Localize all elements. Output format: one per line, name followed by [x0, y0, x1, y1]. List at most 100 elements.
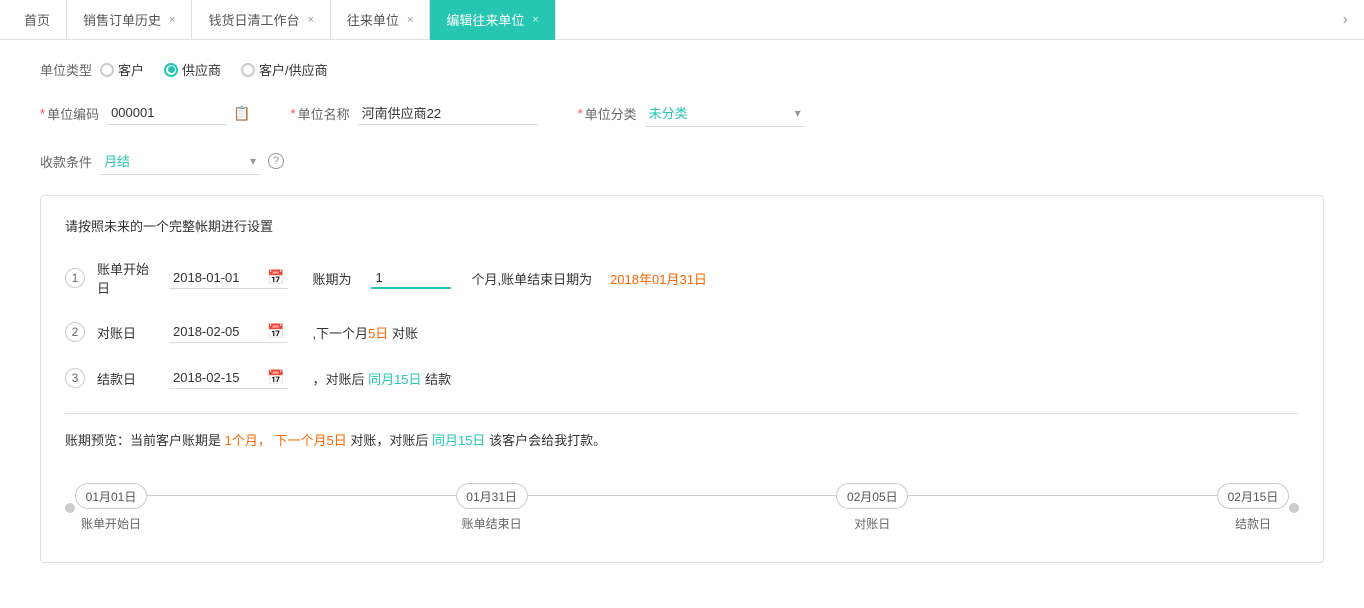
start-date-calendar-icon[interactable]: 📅	[267, 269, 284, 286]
row-num-2: 2	[65, 322, 85, 342]
radio-customer-label: 客户	[118, 60, 144, 79]
payment-label: 收款条件	[40, 152, 92, 171]
timeline-node-4-date: 02月15日	[1228, 488, 1279, 505]
payment-value: 月结	[104, 151, 250, 170]
unit-name-group: * 单位名称	[291, 101, 538, 125]
timeline-node-2: 01月31日 账单结束日	[456, 483, 528, 532]
preview-end-text: 该客户会给我打款。	[489, 433, 606, 448]
payment-row: 收款条件 月结 ▾ ?	[40, 147, 1324, 175]
unit-type-row: 单位类型 客户 供应商 客户/供应商	[40, 60, 1324, 79]
unit-category-value: 未分类	[649, 103, 795, 122]
row-label-3: 结款日	[97, 369, 157, 388]
tab-close-cash-work[interactable]: ×	[307, 14, 313, 26]
tab-home[interactable]: 首页	[8, 0, 67, 40]
timeline-node-2-circle: 01月31日	[456, 483, 528, 509]
tab-close-sales-history[interactable]: ×	[169, 14, 175, 26]
preview-label: 账期预览：当前客户账期是	[65, 433, 225, 448]
tab-close-partners[interactable]: ×	[407, 14, 413, 26]
timeline-node-4-label: 结款日	[1235, 515, 1271, 532]
unit-name-input[interactable]	[358, 101, 538, 125]
timeline-nodes: 01月01日 账单开始日 01月31日 账单结束日 02月05日	[75, 483, 1289, 532]
timeline-node-1-label: 账单开始日	[81, 515, 141, 532]
timeline-node-4: 02月15日 结款日	[1217, 483, 1289, 532]
reconcile-date-input[interactable]	[173, 324, 263, 339]
timeline-start-dot	[65, 503, 75, 513]
tab-edit-partner[interactable]: 编辑往来单位 ×	[430, 0, 555, 40]
unit-name-label: 单位名称	[298, 104, 350, 123]
unit-code-required: *	[40, 106, 45, 121]
preview-payment-date: 同月15日	[432, 433, 485, 448]
setting-row-2: 2 对账日 📅 ,下一个月5日 对账	[65, 321, 1299, 343]
preview-section: 账期预览：当前客户账期是 1个月， 下一个月5日 对账，对账后 同月15日 该客…	[65, 413, 1299, 542]
tab-cash-work[interactable]: 钱货日清工作台 ×	[192, 0, 330, 40]
unit-code-copy-icon[interactable]: 📋	[233, 105, 250, 122]
payment-desc: ，对账后 同月15日 结款	[312, 369, 451, 388]
unit-code-input-wrap: 📋	[107, 101, 250, 125]
payment-date-input-wrap: 📅	[169, 367, 288, 389]
payment-arrow-icon: ▾	[250, 154, 256, 168]
row-num-1: 1	[65, 268, 85, 288]
period-suffix: 个月,账单结束日期为	[471, 269, 592, 288]
radio-circle-both	[241, 63, 255, 77]
unit-code-group: * 单位编码 📋	[40, 101, 251, 125]
tab-partners[interactable]: 往来单位 ×	[331, 0, 430, 40]
radio-supplier-label: 供应商	[182, 60, 221, 79]
timeline-node-4-circle: 02月15日	[1217, 483, 1289, 509]
tab-overflow-arrow[interactable]: ›	[1335, 11, 1356, 29]
tab-bar: 首页 销售订单历史 × 钱货日清工作台 × 往来单位 × 编辑往来单位 × ›	[0, 0, 1364, 40]
reconcile-date-input-wrap: 📅	[169, 321, 288, 343]
radio-customer[interactable]: 客户	[100, 60, 144, 79]
timeline-node-3: 02月05日 对账日	[836, 483, 908, 532]
unit-code-input[interactable]	[107, 101, 227, 125]
card-instruction: 请按照未来的一个完整帐期进行设置	[65, 216, 1299, 235]
period-input[interactable]	[371, 268, 451, 289]
unit-category-label: 单位分类	[585, 104, 637, 123]
unit-category-arrow-icon: ▾	[795, 106, 801, 120]
timeline-node-3-date: 02月05日	[847, 488, 898, 505]
unit-name-required: *	[291, 106, 296, 121]
unit-category-required: *	[578, 106, 583, 121]
payment-select[interactable]: 月结 ▾	[100, 147, 260, 175]
tab-sales-history[interactable]: 销售订单历史 ×	[67, 0, 192, 40]
row-label-2: 对账日	[97, 323, 157, 342]
period-prefix: 账期为	[312, 269, 351, 288]
start-date-input-wrap: 📅	[169, 267, 288, 289]
setting-row-3: 3 结款日 📅 ，对账后 同月15日 结款	[65, 367, 1299, 389]
radio-circle-supplier	[164, 63, 178, 77]
timeline-node-3-circle: 02月05日	[836, 483, 908, 509]
timeline-node-1: 01月01日 账单开始日	[75, 483, 147, 532]
timeline-node-1-circle: 01月01日	[75, 483, 147, 509]
reconcile-desc: ,下一个月5日 对账	[312, 323, 417, 342]
preview-text: 账期预览：当前客户账期是 1个月， 下一个月5日 对账，对账后 同月15日 该客…	[65, 430, 1299, 449]
timeline-node-1-date: 01月01日	[86, 488, 137, 505]
preview-reconcile-text: 对账，对账后	[350, 433, 432, 448]
payment-date-calendar-icon[interactable]: 📅	[267, 369, 284, 386]
payment-help-icon[interactable]: ?	[268, 153, 284, 169]
unit-type-label: 单位类型	[40, 60, 92, 79]
timeline-node-3-label: 对账日	[854, 515, 890, 532]
radio-supplier[interactable]: 供应商	[164, 60, 221, 79]
row-label-1: 账单开始日	[97, 259, 157, 297]
payment-date-input[interactable]	[173, 370, 263, 385]
settings-card: 请按照未来的一个完整帐期进行设置 1 账单开始日 📅 账期为 个月,账单结束日期…	[40, 195, 1324, 563]
timeline-end-dot	[1289, 503, 1299, 513]
radio-both[interactable]: 客户/供应商	[241, 60, 328, 79]
unit-category-group: * 单位分类 未分类 ▾	[578, 99, 805, 127]
unit-code-label: 单位编码	[47, 104, 99, 123]
tab-close-edit-partner[interactable]: ×	[532, 14, 538, 26]
row-num-3: 3	[65, 368, 85, 388]
end-date-display: 2018年01月31日	[610, 269, 707, 288]
unit-category-select[interactable]: 未分类 ▾	[645, 99, 805, 127]
timeline-node-2-date: 01月31日	[466, 488, 517, 505]
timeline-node-2-label: 账单结束日	[462, 515, 522, 532]
reconcile-date-calendar-icon[interactable]: 📅	[267, 323, 284, 340]
main-content: 单位类型 客户 供应商 客户/供应商 * 单位编码 📋	[0, 40, 1364, 608]
radio-circle-customer	[100, 63, 114, 77]
radio-both-label: 客户/供应商	[259, 60, 328, 79]
setting-row-1: 1 账单开始日 📅 账期为 个月,账单结束日期为 2018年01月31日	[65, 259, 1299, 297]
preview-reconcile-date: 下一个月5日	[274, 433, 346, 448]
unit-type-radio-group: 客户 供应商 客户/供应商	[100, 60, 328, 79]
start-date-input[interactable]	[173, 270, 263, 285]
unit-info-row: * 单位编码 📋 * 单位名称 * 单位分类 未分类 ▾	[40, 99, 1324, 127]
preview-period: 1个月，	[225, 433, 271, 448]
